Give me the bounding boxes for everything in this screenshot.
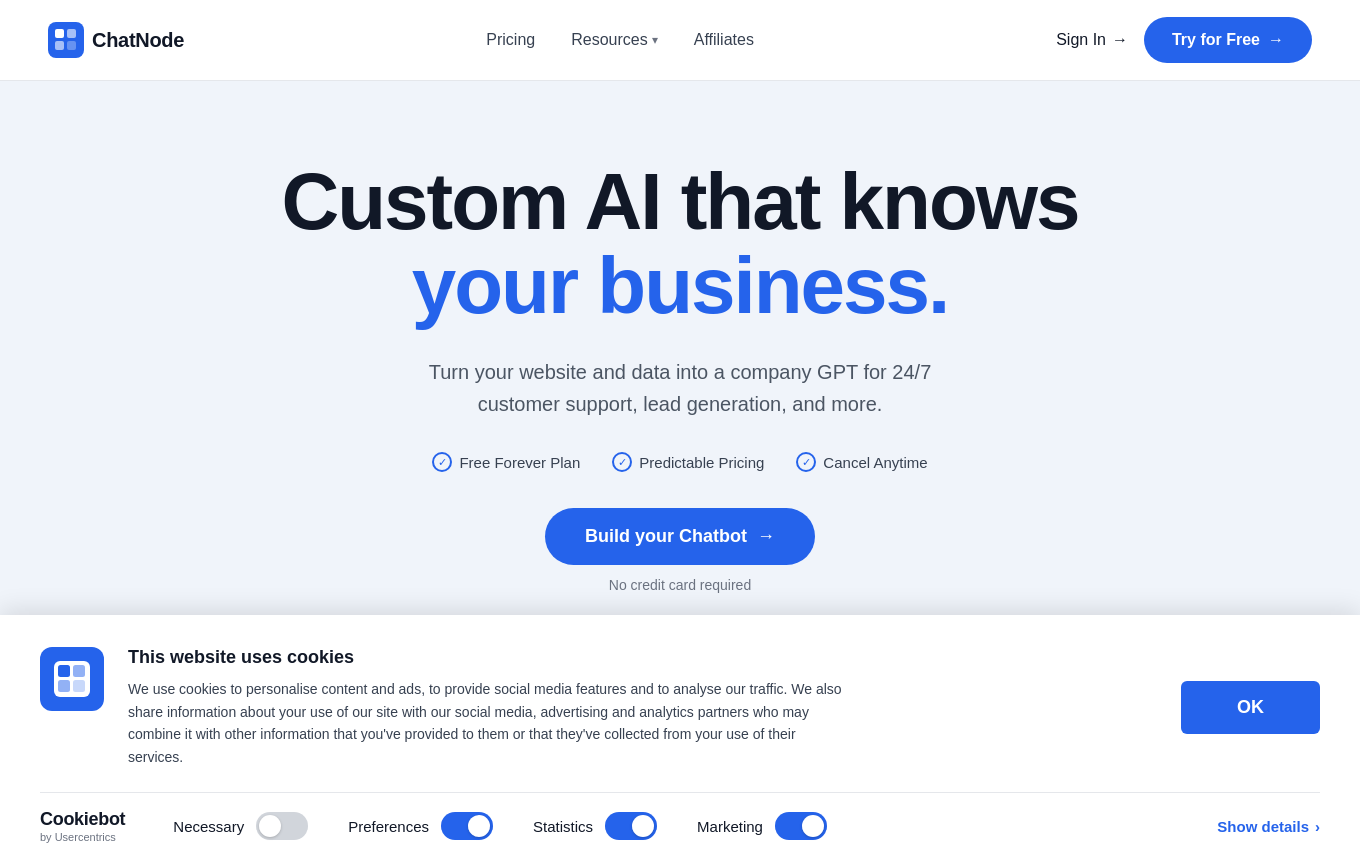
check-icon: ✓ bbox=[796, 452, 816, 472]
toggle-statistics: Statistics bbox=[533, 812, 657, 840]
cookie-logo bbox=[40, 647, 104, 711]
hero-note: No credit card required bbox=[609, 577, 751, 593]
svg-rect-6 bbox=[58, 680, 70, 692]
svg-rect-0 bbox=[55, 29, 64, 38]
toggle-preferences-switch[interactable] bbox=[441, 812, 493, 840]
cookie-banner: This website uses cookies We use cookies… bbox=[0, 615, 1360, 859]
svg-rect-4 bbox=[58, 665, 70, 677]
toggle-marketing: Marketing bbox=[697, 812, 827, 840]
toggle-necessary: Necessary bbox=[173, 812, 308, 840]
signin-button[interactable]: Sign In → bbox=[1056, 31, 1128, 49]
check-icon: ✓ bbox=[612, 452, 632, 472]
chevron-right-icon: › bbox=[1315, 818, 1320, 835]
cookiebot-brand: Cookiebot by Usercentrics bbox=[40, 809, 125, 843]
try-free-button[interactable]: Try for Free → bbox=[1144, 17, 1312, 63]
toggle-knob bbox=[802, 815, 824, 837]
logo[interactable]: ChatNode bbox=[48, 22, 184, 58]
badge-cancel: ✓ Cancel Anytime bbox=[796, 452, 927, 472]
toggle-preferences: Preferences bbox=[348, 812, 493, 840]
logo-icon bbox=[48, 22, 84, 58]
cookie-body: We use cookies to personalise content an… bbox=[128, 678, 848, 768]
arrow-icon: → bbox=[757, 526, 775, 547]
logo-text: ChatNode bbox=[92, 29, 184, 52]
svg-rect-2 bbox=[55, 41, 64, 50]
cookiebot-sub: by Usercentrics bbox=[40, 831, 116, 843]
show-details-link[interactable]: Show details › bbox=[1217, 818, 1320, 835]
cookie-toggles: Necessary Preferences Statistics Marketi… bbox=[173, 812, 1217, 840]
hero-title: Custom AI that knows your business. bbox=[281, 160, 1078, 328]
hero-section: Custom AI that knows your business. Turn… bbox=[0, 80, 1360, 633]
navbar: ChatNode Pricing Resources ▾ Affiliates … bbox=[0, 0, 1360, 80]
arrow-icon: → bbox=[1112, 31, 1128, 49]
nav-affiliates[interactable]: Affiliates bbox=[694, 31, 754, 49]
toggle-marketing-switch[interactable] bbox=[775, 812, 827, 840]
cookie-title: This website uses cookies bbox=[128, 647, 1157, 668]
cookiebot-name: Cookiebot bbox=[40, 809, 125, 830]
chevron-down-icon: ▾ bbox=[652, 33, 658, 47]
hero-subtitle: Turn your website and data into a compan… bbox=[400, 356, 960, 420]
hero-badges: ✓ Free Forever Plan ✓ Predictable Pricin… bbox=[432, 452, 927, 472]
toggle-knob bbox=[632, 815, 654, 837]
toggle-necessary-switch[interactable] bbox=[256, 812, 308, 840]
build-chatbot-button[interactable]: Build your Chatbot → bbox=[545, 508, 815, 565]
cookie-text-block: This website uses cookies We use cookies… bbox=[128, 647, 1157, 768]
toggle-knob bbox=[259, 815, 281, 837]
toggle-statistics-switch[interactable] bbox=[605, 812, 657, 840]
svg-rect-5 bbox=[73, 665, 85, 677]
svg-rect-7 bbox=[73, 680, 85, 692]
cookie-logo-inner bbox=[54, 661, 90, 697]
cookie-ok-button[interactable]: OK bbox=[1181, 681, 1320, 734]
nav-links: Pricing Resources ▾ Affiliates bbox=[486, 31, 754, 49]
toggle-knob bbox=[468, 815, 490, 837]
badge-free-plan: ✓ Free Forever Plan bbox=[432, 452, 580, 472]
badge-pricing: ✓ Predictable Pricing bbox=[612, 452, 764, 472]
nav-resources[interactable]: Resources ▾ bbox=[571, 31, 657, 49]
cookie-bottom: Cookiebot by Usercentrics Necessary Pref… bbox=[0, 793, 1360, 859]
svg-rect-3 bbox=[67, 41, 76, 50]
nav-actions: Sign In → Try for Free → bbox=[1056, 17, 1312, 63]
svg-rect-1 bbox=[67, 29, 76, 38]
nav-pricing[interactable]: Pricing bbox=[486, 31, 535, 49]
arrow-icon: → bbox=[1268, 31, 1284, 49]
check-icon: ✓ bbox=[432, 452, 452, 472]
cookie-top: This website uses cookies We use cookies… bbox=[0, 615, 1360, 792]
